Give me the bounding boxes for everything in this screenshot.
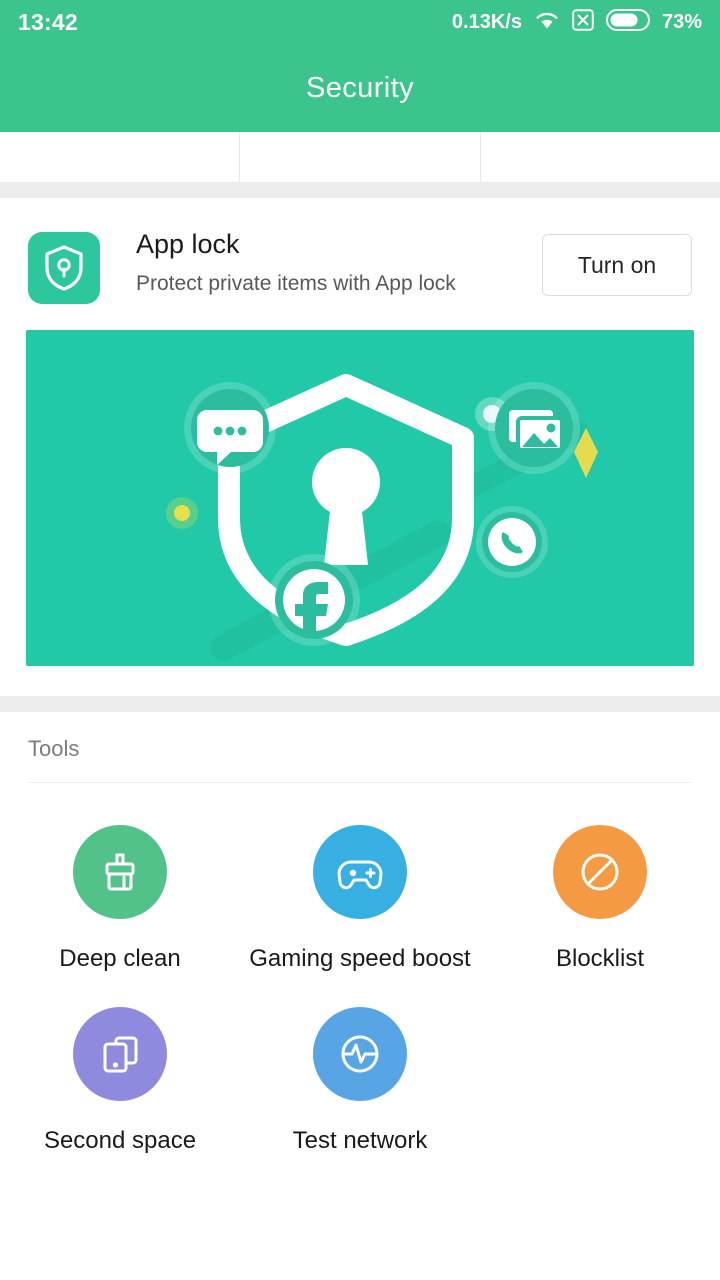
- brush-icon: [73, 825, 167, 919]
- battery-percent: 73%: [661, 10, 702, 33]
- section-divider-top: [0, 182, 720, 198]
- app-lock-subtitle: Protect private items with App lock: [136, 271, 456, 295]
- status-bar: 13:42 0.13K/s 73%: [0, 0, 720, 44]
- tool-label: Second space: [43, 1127, 197, 1154]
- tool-label: Gaming speed boost: [249, 945, 471, 972]
- app-lock-hero-banner[interactable]: [26, 330, 694, 666]
- tool-item-gaming-speed-boost[interactable]: Gaming speed boost: [240, 825, 480, 973]
- wifi-icon: [534, 10, 560, 35]
- stats-column-2[interactable]: [239, 132, 479, 182]
- status-clock: 13:42: [18, 8, 78, 35]
- gamepad-icon: [313, 825, 407, 919]
- turn-on-button[interactable]: Turn on: [542, 234, 692, 296]
- section-divider-tools: [0, 696, 720, 712]
- tool-label: Test network: [292, 1127, 428, 1154]
- stats-column-1[interactable]: [0, 132, 239, 182]
- tool-item-test-network[interactable]: Test network: [240, 1007, 480, 1155]
- tool-item-deep-clean[interactable]: Deep clean: [0, 825, 240, 973]
- sim-disabled-icon: [572, 8, 594, 37]
- network-speed-text: 0.13K/s: [451, 10, 522, 33]
- app-lock-title: App lock: [136, 229, 240, 259]
- app-lock-text-block: App lock Protect private items with App …: [100, 228, 542, 296]
- tools-header: Tools: [0, 712, 720, 783]
- app-lock-hero-wrapper: [0, 304, 720, 696]
- app-lock-card[interactable]: App lock Protect private items with App …: [0, 198, 720, 304]
- page-title: Security: [306, 71, 414, 104]
- tools-grid: Deep clean Gaming speed boost Blocklist …: [0, 783, 720, 1189]
- tool-item-blocklist[interactable]: Blocklist: [480, 825, 720, 973]
- stats-column-3[interactable]: [479, 132, 720, 182]
- title-bar: Security: [0, 44, 720, 132]
- block-icon: [553, 825, 647, 919]
- tools-section-title: Tools: [28, 736, 80, 761]
- pulse-circle-icon: [313, 1007, 407, 1101]
- shield-lock-icon: [28, 232, 100, 304]
- status-indicators: 0.13K/s 73%: [452, 8, 702, 37]
- stats-strip[interactable]: [0, 132, 720, 182]
- battery-icon: [605, 8, 650, 36]
- tool-item-second-space[interactable]: Second space: [0, 1007, 240, 1155]
- tool-label: Deep clean: [59, 945, 181, 972]
- security-app-screen: 13:42 0.13K/s 73% Security App lock Prot…: [0, 0, 720, 1280]
- tool-label: Blocklist: [555, 945, 645, 972]
- two-phones-icon: [73, 1007, 167, 1101]
